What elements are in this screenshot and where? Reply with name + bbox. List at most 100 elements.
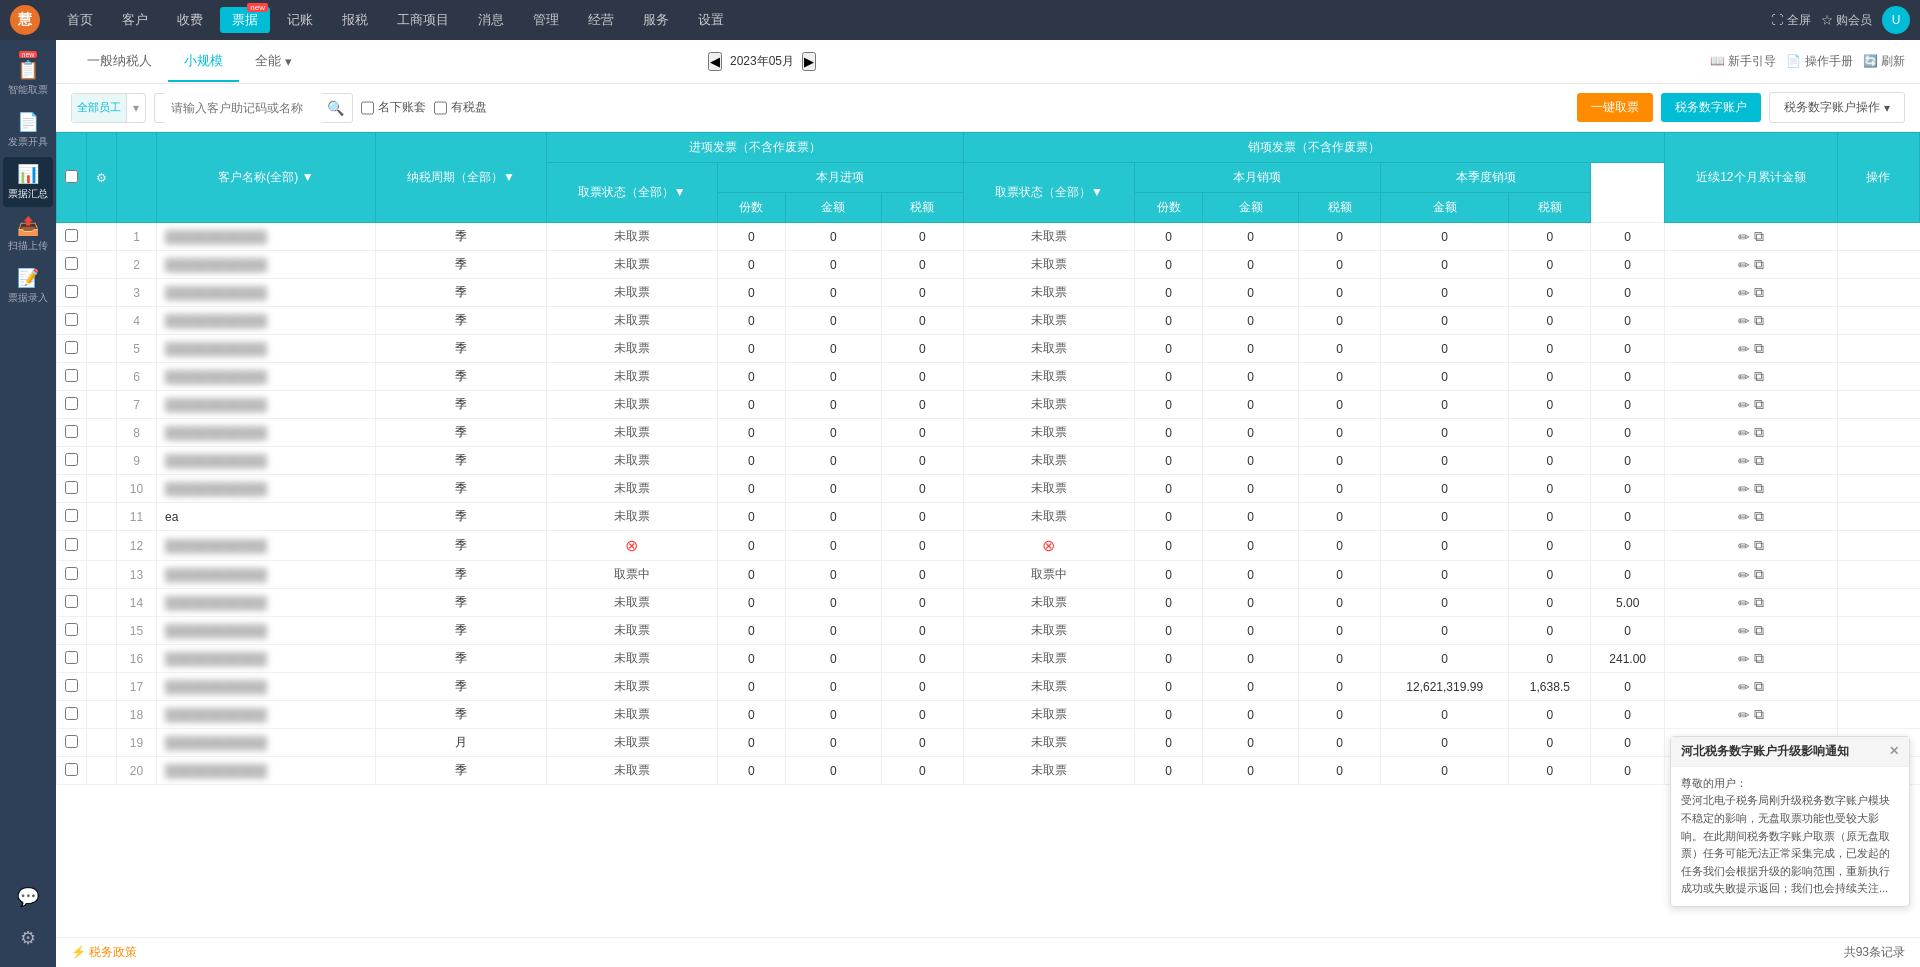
has-tax-disk-checkbox[interactable]: 有税盘 (434, 93, 487, 123)
th-tax-period[interactable]: 纳税周期（全部）▼ (375, 133, 546, 223)
copy-icon[interactable]: ⧉ (1754, 650, 1764, 667)
row-client-name[interactable]: ████████████ (157, 251, 376, 279)
search-input[interactable] (163, 93, 323, 123)
row-client-name[interactable]: ████████████ (157, 729, 376, 757)
row-client-name[interactable]: ████████████ (157, 645, 376, 673)
tax-digital-account-op-button[interactable]: 税务数字账户操作 ▾ (1769, 92, 1905, 123)
edit-icon[interactable]: ✏ (1738, 509, 1750, 525)
nav-client[interactable]: 客户 (110, 7, 160, 33)
name-under-books-checkbox[interactable]: 名下账套 (361, 93, 426, 123)
copy-icon[interactable]: ⧉ (1754, 594, 1764, 611)
nav-service[interactable]: 服务 (631, 7, 681, 33)
row-checkbox[interactable] (65, 229, 78, 242)
nav-bookkeeping[interactable]: 记账 (275, 7, 325, 33)
row-client-name[interactable]: ████████████ (157, 363, 376, 391)
new-guide-link[interactable]: 📖 新手引导 (1710, 53, 1776, 70)
fullscreen-button[interactable]: ⛶ 全屏 (1771, 12, 1810, 29)
tax-digital-account-button[interactable]: 税务数字账户 (1661, 93, 1761, 122)
row-checkbox[interactable] (65, 623, 78, 636)
nav-message[interactable]: 消息 (466, 7, 516, 33)
row-client-name[interactable]: ████████████ (157, 589, 376, 617)
user-avatar[interactable]: U (1882, 6, 1910, 34)
edit-icon[interactable]: ✏ (1738, 651, 1750, 667)
row-client-name[interactable]: ea (157, 503, 376, 531)
row-client-name[interactable]: ████████████ (157, 279, 376, 307)
sidebar-item-invoice-entry[interactable]: 📝 票据录入 (3, 261, 53, 311)
copy-icon[interactable]: ⧉ (1754, 678, 1764, 695)
row-client-name[interactable]: ████████████ (157, 307, 376, 335)
edit-icon[interactable]: ✏ (1738, 595, 1750, 611)
notification-close-button[interactable]: ✕ (1889, 744, 1899, 758)
edit-icon[interactable]: ✏ (1738, 285, 1750, 301)
row-checkbox[interactable] (65, 538, 78, 551)
sidebar-chat[interactable]: 💬 (3, 880, 53, 916)
copy-icon[interactable]: ⧉ (1754, 706, 1764, 723)
nav-operation[interactable]: 经营 (576, 7, 626, 33)
has-tax-disk-input[interactable] (434, 93, 447, 123)
copy-icon[interactable]: ⧉ (1754, 424, 1764, 441)
edit-icon[interactable]: ✏ (1738, 538, 1750, 554)
sidebar-item-scan-upload[interactable]: 📤 扫描上传 (3, 209, 53, 259)
sidebar-item-invoice-open[interactable]: 📄 发票开具 (3, 105, 53, 155)
copy-icon[interactable]: ⧉ (1754, 566, 1764, 583)
copy-icon[interactable]: ⧉ (1754, 480, 1764, 497)
copy-icon[interactable]: ⧉ (1754, 622, 1764, 639)
row-checkbox[interactable] (65, 679, 78, 692)
copy-icon[interactable]: ⧉ (1754, 228, 1764, 245)
row-checkbox[interactable] (65, 509, 78, 522)
edit-icon[interactable]: ✏ (1738, 623, 1750, 639)
row-client-name[interactable]: ████████████ (157, 335, 376, 363)
copy-icon[interactable]: ⧉ (1754, 340, 1764, 357)
edit-icon[interactable]: ✏ (1738, 369, 1750, 385)
refresh-button[interactable]: 🔄 刷新 (1863, 53, 1905, 70)
row-checkbox[interactable] (65, 707, 78, 720)
th-client-name[interactable]: 客户名称(全部) ▼ (157, 133, 376, 223)
operation-manual-link[interactable]: 📄 操作手册 (1786, 53, 1852, 70)
nav-business[interactable]: 工商项目 (385, 7, 461, 33)
copy-icon[interactable]: ⧉ (1754, 396, 1764, 413)
period-next-button[interactable]: ▶ (802, 52, 816, 71)
row-client-name[interactable]: ████████████ (157, 561, 376, 589)
row-client-name[interactable]: ████████████ (157, 673, 376, 701)
row-checkbox[interactable] (65, 651, 78, 664)
copy-icon[interactable]: ⧉ (1754, 368, 1764, 385)
row-client-name[interactable]: ████████████ (157, 757, 376, 785)
row-checkbox[interactable] (65, 481, 78, 494)
nav-settings[interactable]: 设置 (686, 7, 736, 33)
nav-manage[interactable]: 管理 (521, 7, 571, 33)
copy-icon[interactable]: ⧉ (1754, 284, 1764, 301)
edit-icon[interactable]: ✏ (1738, 425, 1750, 441)
row-checkbox[interactable] (65, 341, 78, 354)
nav-billing[interactable]: 收费 (165, 7, 215, 33)
copy-icon[interactable]: ⧉ (1754, 312, 1764, 329)
row-client-name[interactable]: ████████████ (157, 391, 376, 419)
member-button[interactable]: ☆ 购会员 (1821, 12, 1872, 29)
row-client-name[interactable]: ████████████ (157, 475, 376, 503)
edit-icon[interactable]: ✏ (1738, 707, 1750, 723)
tab-quanbu[interactable]: 全能 ▾ (239, 42, 308, 82)
nav-home[interactable]: 首页 (55, 7, 105, 33)
name-under-books-input[interactable] (361, 93, 374, 123)
th-inbound-status[interactable]: 取票状态（全部）▼ (546, 163, 717, 223)
row-client-name[interactable]: ████████████ (157, 447, 376, 475)
copy-icon[interactable]: ⧉ (1754, 537, 1764, 554)
one-click-ticket-button[interactable]: 一键取票 (1577, 93, 1653, 122)
edit-icon[interactable]: ✏ (1738, 257, 1750, 273)
row-checkbox[interactable] (65, 313, 78, 326)
edit-icon[interactable]: ✏ (1738, 481, 1750, 497)
tab-small-scale[interactable]: 小规模 (168, 42, 239, 82)
row-checkbox[interactable] (65, 735, 78, 748)
row-checkbox[interactable] (65, 397, 78, 410)
edit-icon[interactable]: ✏ (1738, 567, 1750, 583)
row-checkbox[interactable] (65, 595, 78, 608)
employee-selector[interactable]: 全部员工 ▾ (71, 93, 146, 123)
edit-icon[interactable]: ✏ (1738, 229, 1750, 245)
row-client-name[interactable]: ████████████ (157, 701, 376, 729)
row-client-name[interactable]: ████████████ (157, 223, 376, 251)
tab-general-taxpayer[interactable]: 一般纳税人 (71, 42, 168, 82)
row-client-name[interactable]: ████████████ (157, 617, 376, 645)
row-checkbox[interactable] (65, 763, 78, 776)
nav-invoice[interactable]: 票据 new (220, 7, 270, 33)
copy-icon[interactable]: ⧉ (1754, 452, 1764, 469)
period-prev-button[interactable]: ◀ (708, 52, 722, 71)
